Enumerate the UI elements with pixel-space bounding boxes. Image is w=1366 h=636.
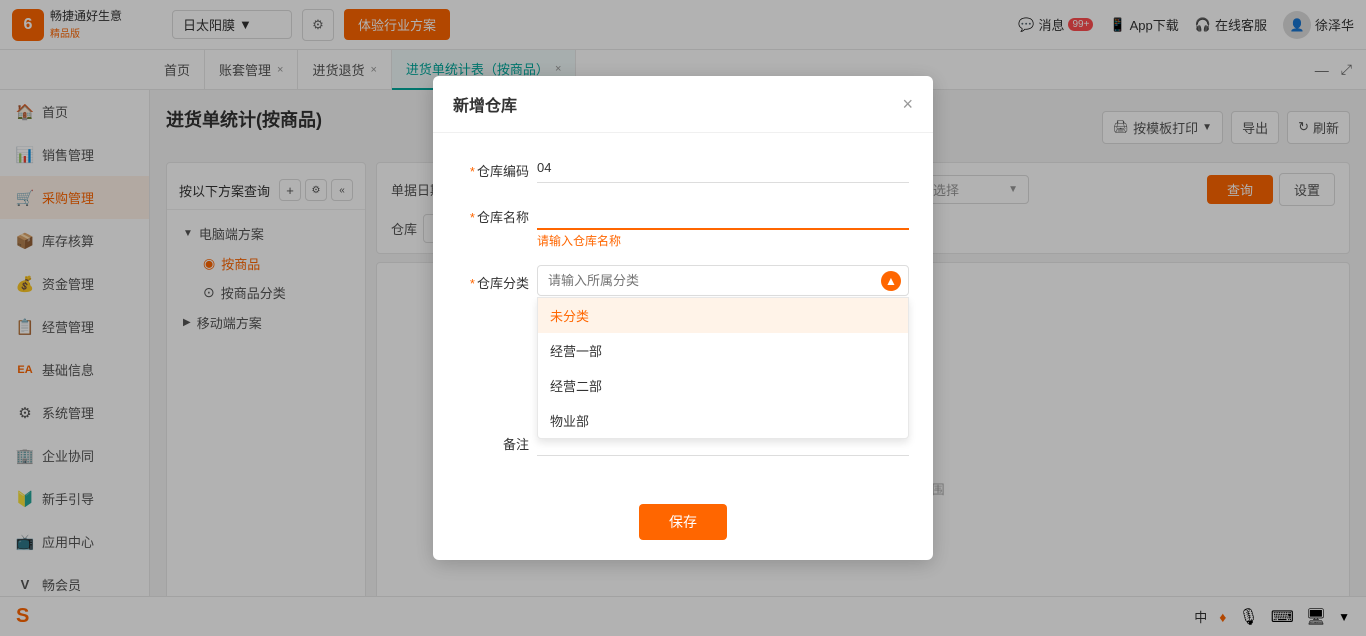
modal-close-btn[interactable]: × [902,94,913,115]
code-input[interactable] [537,153,909,183]
name-label: 仓库名称 [457,199,537,226]
modal-header: 新增仓库 × [433,76,933,133]
dropdown-item-uncategorized[interactable]: 未分类 [538,298,908,333]
form-item-category: 仓库分类 ▲ 未分类 经营一部 经营二部 物业部 [457,265,909,296]
modal-title: 新增仓库 [453,92,517,116]
name-error-msg: 请输入仓库名称 [537,232,909,249]
code-input-wrap [537,153,909,183]
form-item-name: 仓库名称 请输入仓库名称 [457,199,909,249]
dropdown-item-dept2[interactable]: 经营二部 [538,368,908,403]
dropdown-item-dept1[interactable]: 经营一部 [538,333,908,368]
category-dropdown-arrow[interactable]: ▲ [881,271,901,291]
category-label: 仓库分类 [457,265,537,292]
modal-overlay: 新增仓库 × 仓库编码 仓库名称 请输入仓库名称 仓库分类 [0,0,1366,636]
name-input[interactable] [537,199,909,230]
form-item-code: 仓库编码 [457,153,909,183]
modal-footer: 保存 [433,492,933,560]
modal-body: 仓库编码 仓库名称 请输入仓库名称 仓库分类 ▲ [433,133,933,492]
category-input-wrap: ▲ 未分类 经营一部 经营二部 物业部 [537,265,909,296]
category-dropdown-list: 未分类 经营一部 经营二部 物业部 [537,297,909,439]
code-label: 仓库编码 [457,153,537,180]
save-button[interactable]: 保存 [639,504,727,540]
add-warehouse-modal: 新增仓库 × 仓库编码 仓库名称 请输入仓库名称 仓库分类 [433,76,933,560]
name-input-wrap: 请输入仓库名称 [537,199,909,249]
remark-label: 备注 [457,426,537,453]
category-input[interactable] [537,265,909,296]
dropdown-item-dept3[interactable]: 物业部 [538,403,908,438]
